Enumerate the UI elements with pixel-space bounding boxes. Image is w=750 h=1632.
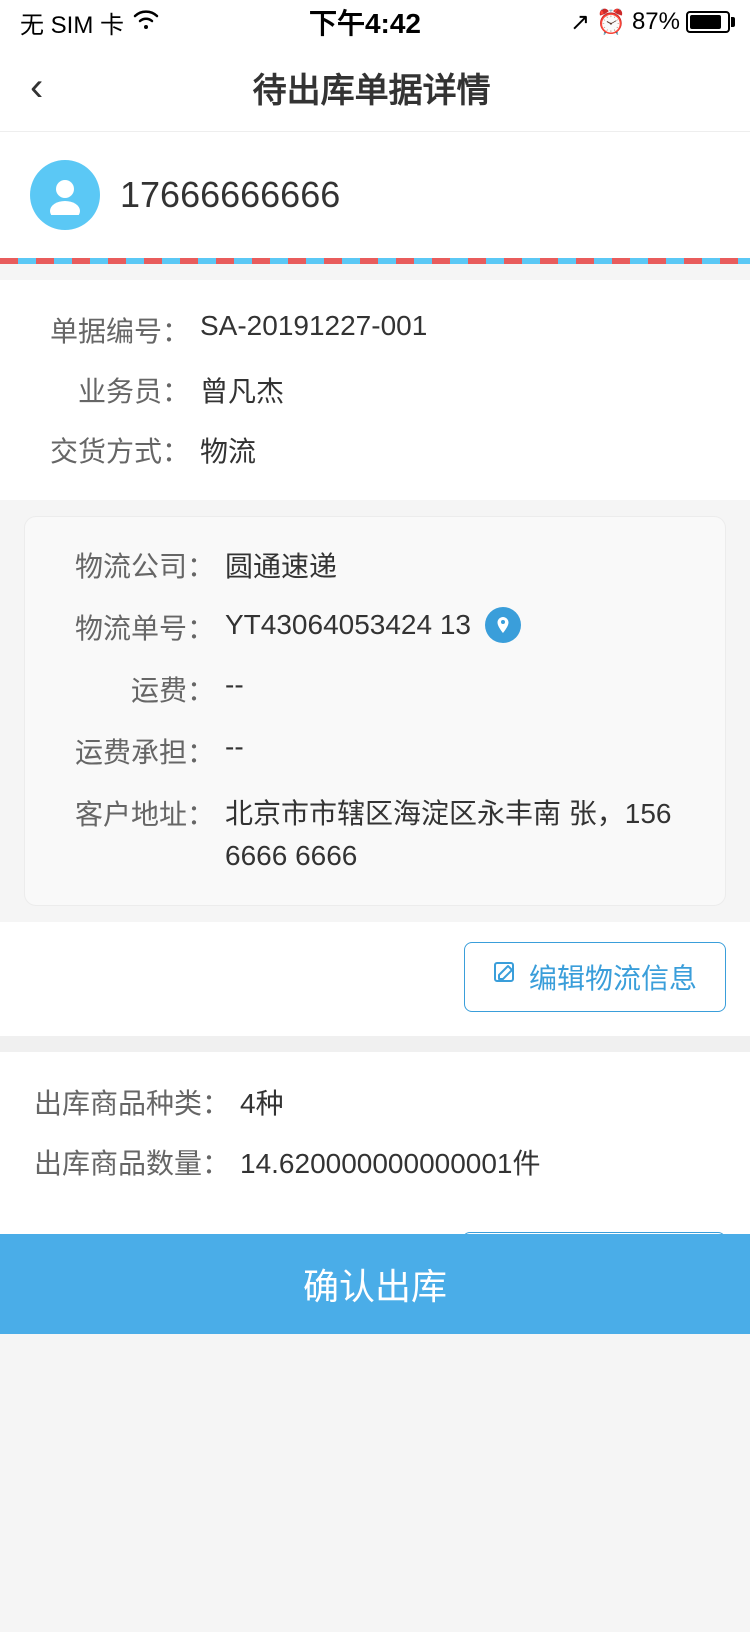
edit-logistics-button[interactable]: 编辑物流信息 [464,942,726,1012]
tracking-no-text: YT43064053424 13 [225,609,471,641]
order-no-value: SA-20191227-001 [200,310,720,342]
avatar [30,160,100,230]
goods-quantity-row: 出库商品数量： 14.620000000000001件 [30,1142,720,1182]
edit-icon [493,961,519,994]
map-pin-icon[interactable] [485,607,521,643]
back-button[interactable]: ‹ [30,65,43,110]
status-left: 无 SIM 卡 [20,5,160,40]
goods-quantity-label: 出库商品数量： [30,1142,230,1182]
customer-phone: 17666666666 [120,174,340,216]
order-no-label: 单据编号： [30,310,190,350]
battery-icon [686,11,730,33]
customer-section: 17666666666 [0,132,750,258]
freight-row: 运费： -- [55,669,695,709]
address-row: 客户地址： 北京市市辖区海淀区永丰南 张，156 6666 6666 [55,793,695,877]
empty-space [0,1332,750,1532]
goods-type-row: 出库商品种类： 4种 [30,1082,720,1122]
carrier-text: 无 SIM 卡 [20,5,124,40]
location-icon: ↗ [570,8,590,37]
wifi-icon [132,8,160,36]
section-divider [0,1036,750,1052]
goods-quantity-value: 14.620000000000001件 [240,1142,541,1182]
goods-section: 出库商品种类： 4种 出库商品数量： 14.620000000000001件 [0,1052,750,1212]
salesperson-label: 业务员： [30,370,190,410]
tracking-no-value-container: YT43064053424 13 [225,607,695,643]
tracking-no-label: 物流单号： [55,607,215,647]
delivery-label: 交货方式： [30,430,190,470]
edit-btn-row: 编辑物流信息 [0,922,750,1036]
nav-bar: ‹ 待出库单据详情 [0,44,750,132]
salesperson-value: 曾凡杰 [200,370,720,410]
goods-type-value: 4种 [240,1082,284,1122]
delivery-value: 物流 [200,430,720,470]
status-time: 下午4:42 [309,2,421,42]
confirm-button[interactable]: 确认出库 [0,1234,750,1334]
order-info-section: 单据编号： SA-20191227-001 业务员： 曾凡杰 交货方式： 物流 [0,280,750,500]
freight-label: 运费： [55,669,215,709]
confirm-button-label: 确认出库 [303,1258,447,1310]
alarm-icon: ⏰ [596,8,626,37]
logistics-company-label: 物流公司： [55,545,215,585]
logistics-company-value: 圆通速递 [225,545,695,585]
dashed-divider [0,258,750,264]
edit-logistics-label: 编辑物流信息 [529,957,697,997]
freight-value: -- [225,669,695,701]
freight-bearer-value: -- [225,731,695,763]
delivery-row: 交货方式： 物流 [30,430,720,470]
status-right: ↗ ⏰ 87% [570,8,730,37]
logistics-company-row: 物流公司： 圆通速递 [55,545,695,585]
freight-bearer-label: 运费承担： [55,731,215,771]
battery-percentage: 87% [632,8,680,36]
goods-type-label: 出库商品种类： [30,1082,230,1122]
address-value: 北京市市辖区海淀区永丰南 张，156 6666 6666 [225,793,695,877]
status-bar: 无 SIM 卡 下午4:42 ↗ ⏰ 87% [0,0,750,44]
order-no-row: 单据编号： SA-20191227-001 [30,310,720,350]
freight-bearer-row: 运费承担： -- [55,731,695,771]
logistics-card: 物流公司： 圆通速递 物流单号： YT43064053424 13 运费： --… [24,516,726,906]
address-label: 客户地址： [55,793,215,833]
page-title: 待出库单据详情 [63,63,680,112]
salesperson-row: 业务员： 曾凡杰 [30,370,720,410]
tracking-no-row: 物流单号： YT43064053424 13 [55,607,695,647]
